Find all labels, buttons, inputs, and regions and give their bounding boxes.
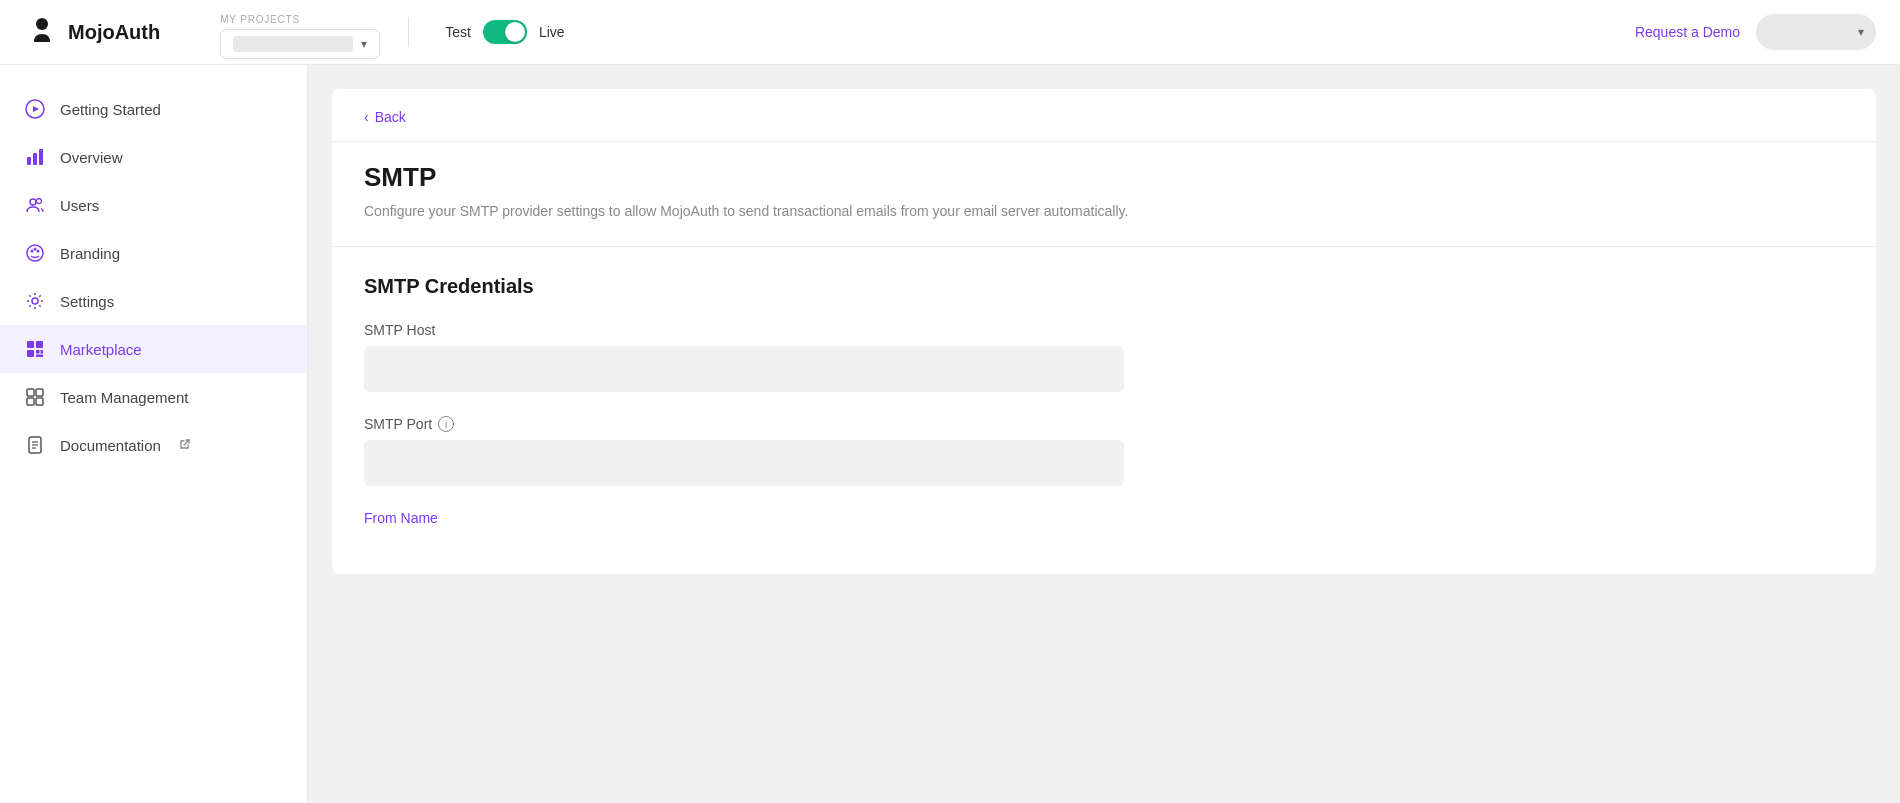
svg-rect-16 [36,350,40,354]
users-icon [24,194,46,216]
sidebar: Getting Started Overview [0,65,308,803]
logo-text: MojoAuth [68,21,160,44]
sidebar-label-users: Users [60,197,99,214]
svg-point-10 [34,248,37,251]
svg-rect-13 [27,341,34,348]
sidebar-item-branding[interactable]: Branding [0,229,307,277]
page-title: SMTP [364,142,1844,193]
svg-point-12 [32,298,38,304]
sidebar-label-getting-started: Getting Started [60,101,161,118]
back-chevron-icon: ‹ [364,109,369,125]
logo[interactable]: MojoAuth [24,14,160,50]
sidebar-label-settings: Settings [60,293,114,310]
layout: Getting Started Overview [0,65,1900,803]
svg-point-9 [31,250,34,253]
toggle-section: Test Live [445,20,564,44]
sidebar-label-overview: Overview [60,149,123,166]
external-link-icon [179,438,191,453]
svg-marker-2 [33,106,39,112]
logo-icon [24,14,60,50]
page-description: Configure your SMTP provider settings to… [364,201,1844,222]
user-avatar[interactable]: ▾ [1756,14,1876,50]
svg-rect-3 [27,157,31,165]
project-name [233,36,353,52]
smtp-host-field-group: SMTP Host [364,322,1844,392]
header-right: Request a Demo ▾ [1635,14,1876,50]
smtp-port-label: SMTP Port i [364,416,1844,432]
sidebar-item-settings[interactable]: Settings [0,277,307,325]
sidebar-label-documentation: Documentation [60,437,161,454]
team-management-icon [24,386,46,408]
back-link[interactable]: ‹ Back [364,109,1844,125]
smtp-port-input[interactable] [364,440,1124,486]
sidebar-label-marketplace: Marketplace [60,341,142,358]
from-name-field-group: From Name [364,510,1844,526]
header-divider [408,17,409,47]
svg-rect-17 [41,350,44,354]
marketplace-icon [24,338,46,360]
smtp-port-field-group: SMTP Port i [364,416,1844,486]
play-circle-icon [24,98,46,120]
svg-rect-22 [36,398,43,405]
content-card: ‹ Back SMTP Configure your SMTP provider… [332,89,1876,574]
svg-point-8 [27,245,43,261]
my-projects-label: MY PROJECTS [220,14,380,25]
svg-rect-21 [27,398,34,405]
test-live-toggle[interactable] [483,20,527,44]
sidebar-item-users[interactable]: Users [0,181,307,229]
live-label: Live [539,24,565,40]
sidebar-label-branding: Branding [60,245,120,262]
gear-icon [24,290,46,312]
svg-rect-4 [33,153,37,165]
sidebar-item-overview[interactable]: Overview [0,133,307,181]
doc-icon [24,434,46,456]
palette-icon [24,242,46,264]
sidebar-item-marketplace[interactable]: Marketplace [0,325,307,373]
sidebar-item-documentation[interactable]: Documentation [0,421,307,469]
svg-rect-19 [27,389,34,396]
svg-rect-15 [27,350,34,357]
request-demo-link[interactable]: Request a Demo [1635,24,1740,40]
svg-rect-14 [36,341,43,348]
svg-rect-5 [39,149,43,165]
main-content: ‹ Back SMTP Configure your SMTP provider… [308,65,1900,803]
svg-point-0 [36,18,48,30]
bar-chart-icon [24,146,46,168]
chevron-down-icon: ▾ [361,37,367,51]
sidebar-label-team-management: Team Management [60,389,188,406]
sidebar-item-getting-started[interactable]: Getting Started [0,85,307,133]
chevron-down-icon-user: ▾ [1858,25,1864,39]
smtp-port-info-icon[interactable]: i [438,416,454,432]
project-selector-container: MY PROJECTS ▾ [220,6,380,59]
svg-rect-20 [36,389,43,396]
test-label: Test [445,24,471,40]
sidebar-item-team-management[interactable]: Team Management [0,373,307,421]
back-section: ‹ Back [332,89,1876,142]
header: MojoAuth MY PROJECTS ▾ Test Live Request… [0,0,1900,65]
svg-rect-18 [36,355,43,358]
section-title: SMTP Credentials [332,247,1876,322]
smtp-host-label: SMTP Host [364,322,1844,338]
form-section: SMTP Host SMTP Port i From Name [332,322,1876,574]
svg-point-7 [37,199,42,204]
from-name-label: From Name [364,510,1844,526]
smtp-host-input[interactable] [364,346,1124,392]
svg-point-11 [37,250,40,253]
project-dropdown[interactable]: ▾ [220,29,380,59]
svg-point-6 [30,199,36,205]
